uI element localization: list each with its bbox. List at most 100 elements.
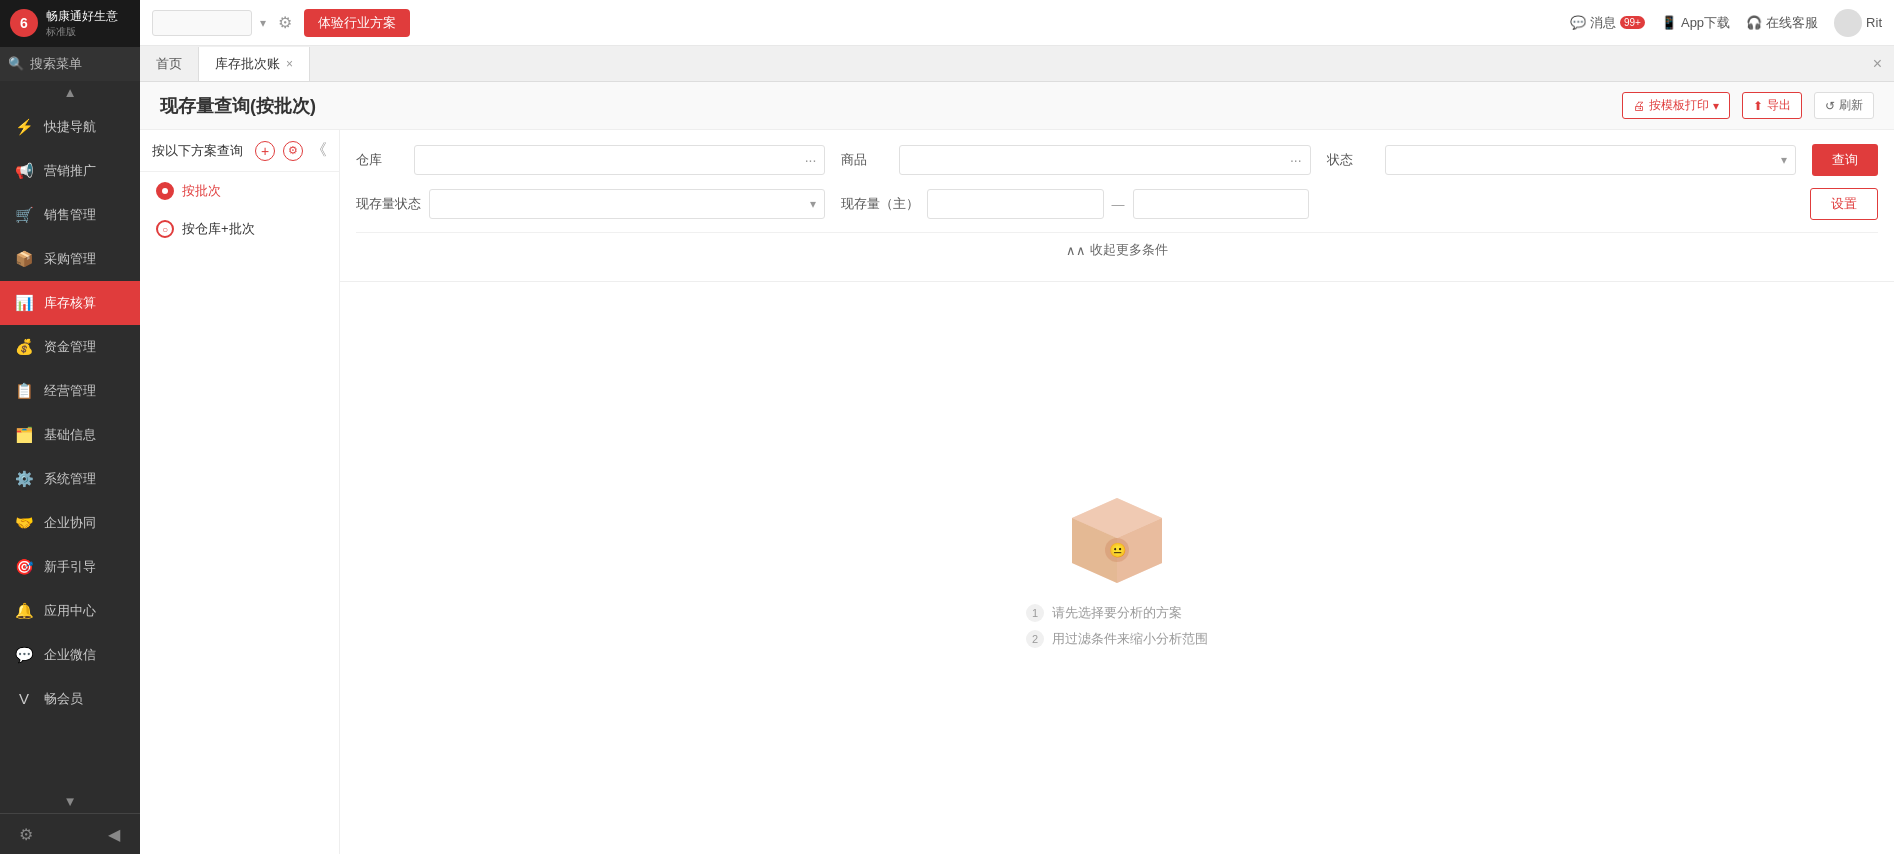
sidebar-item-label: 企业微信: [44, 646, 96, 664]
topbar-app-download[interactable]: 📱 App下载: [1661, 14, 1730, 32]
sidebar-item-quick-nav[interactable]: ⚡ 快捷导航: [0, 105, 140, 149]
add-plan-icon[interactable]: +: [255, 141, 275, 161]
sidebar-item-inventory[interactable]: 📊 库存核算: [0, 281, 140, 325]
appstore-icon: 🔔: [14, 601, 34, 621]
sidebar-bottom: ⚙ ◀: [0, 813, 140, 854]
sidebar-logo: 6: [10, 9, 38, 37]
sidebar-item-enterprise[interactable]: 🤝 企业协同: [0, 501, 140, 545]
sidebar-scroll-down[interactable]: ▼: [0, 789, 140, 813]
wechat-icon: 💬: [14, 645, 34, 665]
sidebar-item-sales[interactable]: 🛒 销售管理: [0, 193, 140, 237]
sidebar-item-base[interactable]: 🗂️ 基础信息: [0, 413, 140, 457]
sidebar-brand-info: 畅康通好生意 标准版: [46, 8, 118, 39]
message-badge: 99+: [1620, 16, 1645, 29]
refresh-label: 刷新: [1839, 97, 1863, 114]
print-label: 按模板打印: [1649, 97, 1709, 114]
stock-qty-max-input[interactable]: [1133, 189, 1310, 219]
sidebar-item-newbie[interactable]: 🎯 新手引导: [0, 545, 140, 589]
export-button[interactable]: ⬆ 导出: [1742, 92, 1802, 119]
search-icon: 🔍: [8, 56, 24, 71]
svg-text:😐: 😐: [1109, 542, 1127, 559]
filter-status-field: 状态 ▾: [1327, 145, 1796, 175]
plan-settings-icon[interactable]: ⚙: [283, 141, 303, 161]
empty-tip-2: 2 用过滤条件来缩小分析范围: [1026, 630, 1208, 648]
tabs-close-all[interactable]: ×: [1861, 55, 1894, 73]
print-button[interactable]: 🖨 按模板打印 ▾: [1622, 92, 1730, 119]
purchase-icon: 📦: [14, 249, 34, 269]
query-button[interactable]: 查询: [1812, 144, 1878, 176]
system-icon: ⚙️: [14, 469, 34, 489]
filter-area: 仓库 ··· 商品 ··· 状态: [340, 130, 1894, 282]
sidebar-item-system[interactable]: ⚙️ 系统管理: [0, 457, 140, 501]
panel-collapse-icon[interactable]: 《: [311, 140, 327, 161]
stock-status-label: 现存量状态: [356, 195, 421, 213]
status-dropdown-icon: ▾: [1781, 153, 1787, 167]
sidebar-search[interactable]: 🔍 搜索菜单: [0, 47, 140, 81]
tab-home[interactable]: 首页: [140, 47, 199, 81]
sidebar-item-wechat[interactable]: 💬 企业微信: [0, 633, 140, 677]
sidebar-item-operations[interactable]: 📋 经营管理: [0, 369, 140, 413]
sidebar-settings-icon[interactable]: ⚙: [14, 822, 38, 846]
goods-label: 商品: [841, 151, 891, 169]
sidebar-item-vip[interactable]: V 畅会员: [0, 677, 140, 721]
tab-inventory-batch-label: 库存批次账: [215, 55, 280, 73]
phone-icon: 📱: [1661, 15, 1677, 30]
filter-warehouse-field: 仓库 ···: [356, 145, 825, 175]
user-avatar: [1834, 9, 1862, 37]
try-btn[interactable]: 体验行业方案: [304, 9, 410, 37]
operations-icon: 📋: [14, 381, 34, 401]
sidebar-brand-sub: 标准版: [46, 25, 118, 39]
sidebar-item-label: 系统管理: [44, 470, 96, 488]
sidebar-item-purchase[interactable]: 📦 采购管理: [0, 237, 140, 281]
topbar-gear-icon[interactable]: ⚙: [278, 13, 292, 32]
plan-item-by-warehouse-batch[interactable]: ○ 按仓库+批次: [140, 210, 339, 248]
sidebar-brand-name: 畅康通好生意: [46, 8, 118, 25]
sidebar-collapse-icon[interactable]: ◀: [102, 822, 126, 846]
plan-item-by-batch[interactable]: 按批次: [140, 172, 339, 210]
left-panel-icons: + ⚙ 《: [255, 140, 327, 161]
topbar-user[interactable]: Rit: [1834, 9, 1882, 37]
empty-tip-1: 1 请先选择要分析的方案: [1026, 604, 1208, 622]
inventory-icon: 📊: [14, 293, 34, 313]
app-label: App下载: [1681, 14, 1730, 32]
print-dropdown-icon[interactable]: ▾: [1713, 99, 1719, 113]
topbar-right: 💬 消息 99+ 📱 App下载 🎧 在线客服 Rit: [1570, 9, 1882, 37]
sidebar-scroll-up[interactable]: ▲: [0, 81, 140, 105]
stock-status-select[interactable]: ▾: [429, 189, 825, 219]
filter-row-2: 现存量状态 ▾ 现存量（主） —: [356, 188, 1878, 220]
tab-inventory-batch[interactable]: 库存批次账 ×: [199, 47, 310, 81]
stock-qty-min-input[interactable]: [927, 189, 1104, 219]
status-select[interactable]: ▾: [1385, 145, 1796, 175]
plan-item-label: 按仓库+批次: [182, 220, 255, 238]
left-panel-header: 按以下方案查询 + ⚙ 《: [140, 130, 339, 172]
settings-button[interactable]: 设置: [1810, 188, 1878, 220]
sidebar-item-label: 资金管理: [44, 338, 96, 356]
tab-close-icon[interactable]: ×: [286, 58, 293, 70]
topbar-service[interactable]: 🎧 在线客服: [1746, 14, 1818, 32]
sidebar-item-label: 应用中心: [44, 602, 96, 620]
page-header-actions: 🖨 按模板打印 ▾ ⬆ 导出 ↺ 刷新: [1622, 92, 1874, 119]
warehouse-input[interactable]: ···: [414, 145, 825, 175]
sidebar-item-appstore[interactable]: 🔔 应用中心: [0, 589, 140, 633]
collapse-label: 收起更多条件: [1090, 241, 1168, 259]
goods-dots[interactable]: ···: [1290, 152, 1302, 168]
warehouse-dots[interactable]: ···: [805, 152, 817, 168]
filter-stock-status-field: 现存量状态 ▾: [356, 189, 825, 219]
filter-collapse-toggle[interactable]: ∧∧ 收起更多条件: [356, 232, 1878, 267]
topbar-messages[interactable]: 💬 消息 99+: [1570, 14, 1645, 32]
plan-item-label: 按批次: [182, 182, 221, 200]
topbar-search-input[interactable]: [152, 10, 252, 36]
sidebar: 6 畅康通好生意 标准版 🔍 搜索菜单 ▲ ⚡ 快捷导航 📢 营销推广 🛒 销售…: [0, 0, 140, 854]
marketing-icon: 📢: [14, 161, 34, 181]
sidebar-item-marketing[interactable]: 📢 营销推广: [0, 149, 140, 193]
tip-num-2: 2: [1026, 630, 1044, 648]
sidebar-item-finance[interactable]: 💰 资金管理: [0, 325, 140, 369]
sidebar-item-label: 快捷导航: [44, 118, 96, 136]
sales-icon: 🛒: [14, 205, 34, 225]
enterprise-icon: 🤝: [14, 513, 34, 533]
goods-input[interactable]: ···: [899, 145, 1310, 175]
topbar-chevron-icon[interactable]: ▾: [260, 16, 266, 30]
quick-nav-icon: ⚡: [14, 117, 34, 137]
refresh-button[interactable]: ↺ 刷新: [1814, 92, 1874, 119]
sidebar-item-label: 采购管理: [44, 250, 96, 268]
